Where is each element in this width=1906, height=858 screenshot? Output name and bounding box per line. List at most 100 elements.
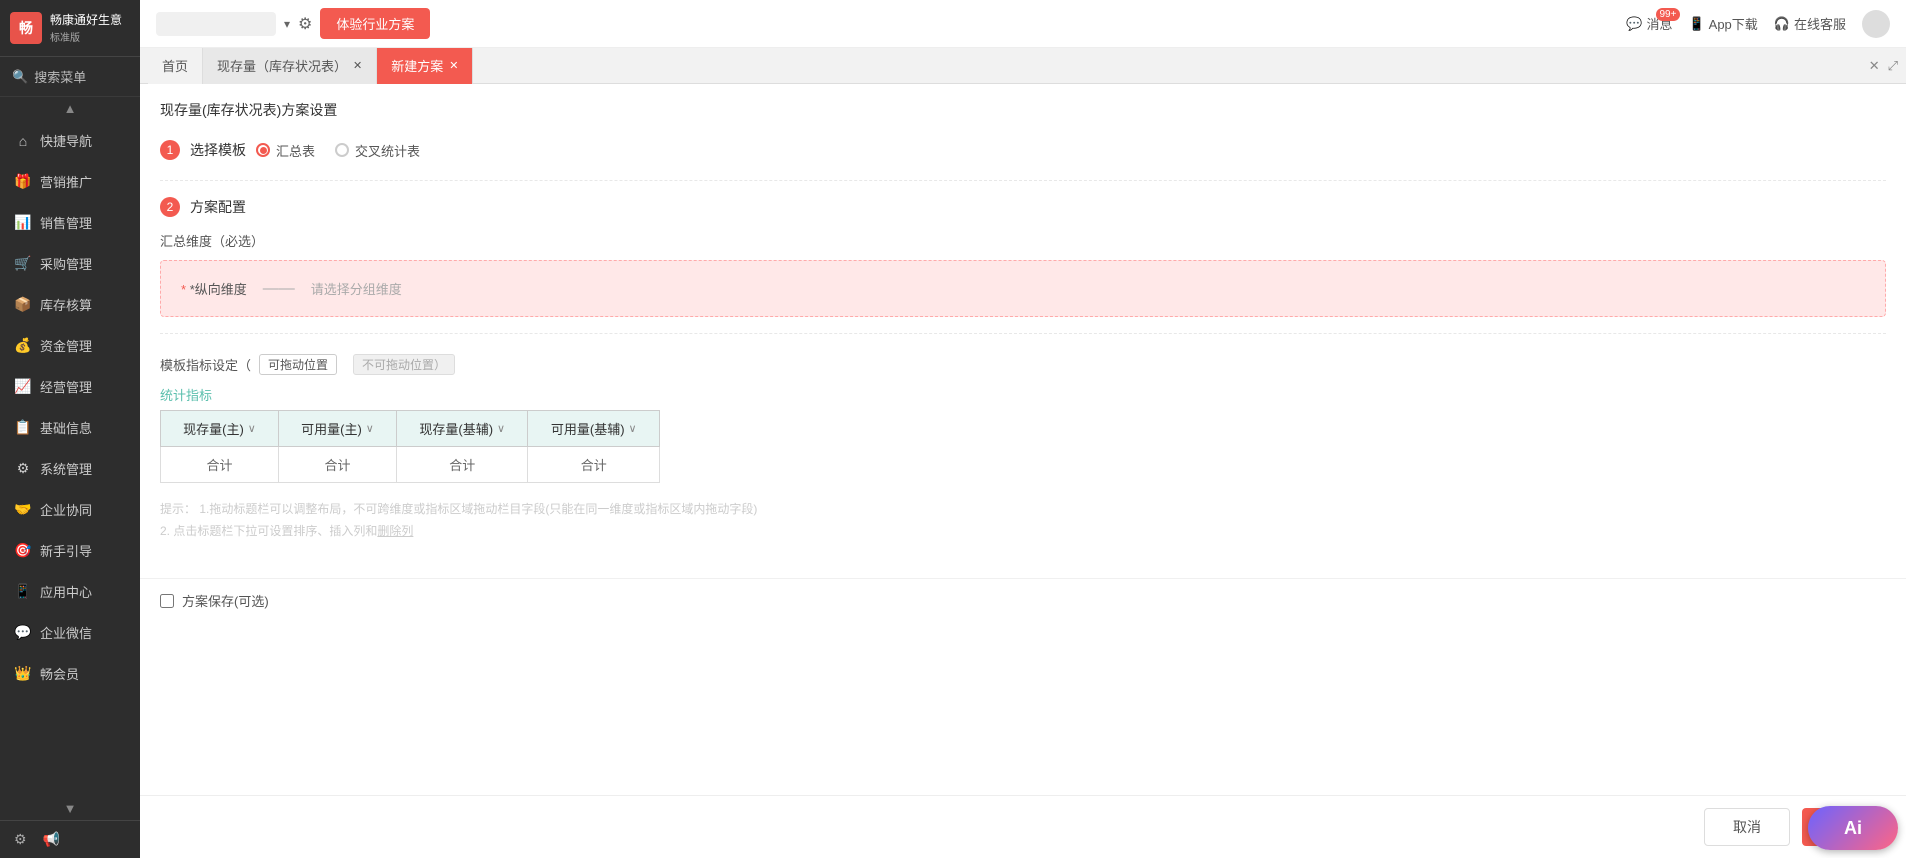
system-icon: ⚙ (14, 460, 32, 478)
topbar-search-input[interactable] (156, 12, 276, 36)
radio-cross-label: 交叉统计表 (355, 141, 420, 160)
sidebar-item-sales[interactable]: 📊 销售管理 (0, 202, 140, 243)
sidebar-item-new-guide[interactable]: 🎯 新手引导 (0, 530, 140, 571)
purchase-icon: 🛒 (14, 255, 32, 273)
col-sub-0: 合计 (161, 447, 279, 483)
sidebar-item-system[interactable]: ⚙ 系统管理 (0, 448, 140, 489)
ai-fab-button[interactable]: Ai (1808, 806, 1898, 850)
col-chevron-0: ∨ (248, 422, 256, 435)
save-checkbox[interactable] (160, 594, 174, 608)
sidebar-item-label: 系统管理 (40, 459, 92, 478)
dimension-pink-area[interactable]: * *纵向维度 —— 请选择分组维度 (160, 260, 1886, 317)
hint-title: 提示： (160, 502, 196, 516)
tab-new-scheme[interactable]: 新建方案 ✕ (377, 48, 473, 84)
topbar-dropdown-button[interactable]: ▾ (284, 17, 290, 31)
user-avatar[interactable] (1862, 10, 1890, 38)
sidebar-item-operations[interactable]: 📈 经营管理 (0, 366, 140, 407)
stats-section: 统计指标 现存量(主) ∨ (160, 385, 1886, 483)
col-label-1: 可用量(主) (301, 419, 362, 438)
topbar-gear-icon[interactable]: ⚙ (298, 14, 312, 34)
speaker-icon[interactable]: 📢 (43, 831, 60, 848)
messages-badge[interactable]: 💬 消息 99+ (1626, 14, 1672, 33)
col-header-2[interactable]: 现存量(基辅) ∨ (397, 411, 528, 447)
sidebar-item-inventory[interactable]: 📦 库存核算 (0, 284, 140, 325)
sidebar-item-enterprise-wechat[interactable]: 💬 企业微信 (0, 612, 140, 653)
inventory-icon: 📦 (14, 296, 32, 314)
col-header-3[interactable]: 可用量(基辅) ∨ (528, 411, 660, 447)
online-service-link[interactable]: 🎧 在线客服 (1774, 14, 1846, 33)
enterprise-wechat-icon: 💬 (14, 624, 32, 642)
undraggable-badge: 不可拖动位置） (353, 354, 455, 375)
topbar: ▾ ⚙ 体验行业方案 💬 消息 99+ 📱 App下载 🎧 在线客服 (140, 0, 1906, 48)
search-menu-item[interactable]: 🔍 搜索菜单 (0, 57, 140, 97)
sidebar-item-label: 应用中心 (40, 582, 92, 601)
close-all-icon[interactable]: ✕ (1869, 58, 1880, 74)
page-content: 现存量(库存状况表)方案设置 1 选择模板 汇总表 (140, 84, 1906, 795)
sidebar-item-enterprise[interactable]: 🤝 企业协同 (0, 489, 140, 530)
operations-icon: 📈 (14, 378, 32, 396)
app-center-icon: 📱 (14, 583, 32, 601)
basic-info-icon: 📋 (14, 419, 32, 437)
settings-icon[interactable]: ⚙ (14, 831, 27, 848)
app-name: 畅康通好生意 (50, 12, 122, 29)
tab-inventory-status[interactable]: 现存量（库存状况表） ✕ (203, 48, 377, 84)
tabbar: 首页 现存量（库存状况表） ✕ 新建方案 ✕ ✕ ⤢ (140, 48, 1906, 84)
dimension-label: 汇总维度（必选） (160, 231, 1886, 250)
scroll-up-arrow[interactable]: ▲ (0, 97, 140, 120)
sidebar-item-marketing[interactable]: 🎁 营销推广 (0, 161, 140, 202)
sidebar-item-app-center[interactable]: 📱 应用中心 (0, 571, 140, 612)
sales-icon: 📊 (14, 214, 32, 232)
step1-title: 选择模板 (190, 140, 246, 160)
dropdown-icon: ▾ (284, 17, 290, 31)
tabbar-icons: ✕ ⤢ (1869, 58, 1898, 74)
tab-inventory-label: 现存量（库存状况表） (217, 56, 347, 75)
sidebar-item-label: 经营管理 (40, 377, 92, 396)
radio-cross[interactable]: 交叉统计表 (335, 141, 420, 160)
badge-count: 99+ (1656, 8, 1681, 21)
sidebar-item-label: 新手引导 (40, 541, 92, 560)
sidebar-item-label: 采购管理 (40, 254, 92, 273)
sidebar-item-label: 企业协同 (40, 500, 92, 519)
cancel-button[interactable]: 取消 (1704, 808, 1790, 846)
sidebar-item-label: 营销推广 (40, 172, 92, 191)
radio-summary-circle (256, 143, 270, 157)
sidebar-item-purchase[interactable]: 🛒 采购管理 (0, 243, 140, 284)
scroll-down-arrow[interactable]: ▼ (0, 797, 140, 820)
hint-text-2: 2. 点击标题栏下拉可设置排序、插入列和删除列 (160, 524, 413, 538)
col-header-0[interactable]: 现存量(主) ∨ (161, 411, 279, 447)
divider1 (160, 180, 1886, 181)
sidebar-item-label: 畅会员 (40, 664, 79, 683)
col-label-2: 现存量(基辅) (419, 419, 493, 438)
sidebar-item-basic-info[interactable]: 📋 基础信息 (0, 407, 140, 448)
expand-icon[interactable]: ⤢ (1888, 58, 1898, 74)
sidebar-item-finance[interactable]: 💰 资金管理 (0, 325, 140, 366)
indicator-label-text: 模板指标设定（ (160, 355, 251, 374)
col-sub-3: 合计 (528, 447, 660, 483)
radio-summary[interactable]: 汇总表 (256, 141, 315, 160)
tab-home-label: 首页 (162, 56, 188, 75)
hint-line-2: 2. 点击标题栏下拉可设置排序、插入列和删除列 (160, 521, 1886, 543)
col-sub-2: 合计 (397, 447, 528, 483)
indicator-settings: 模板指标设定（ 可拖动位置 不可拖动位置） 统计指标 (160, 354, 1886, 483)
step1-badge: 1 (160, 140, 180, 160)
try-industry-btn[interactable]: 体验行业方案 (320, 8, 430, 39)
divider2 (160, 333, 1886, 334)
hint-area: 提示： 1.拖动标题栏可以调整布局，不可跨维度或指标区域拖动栏目字段(只能在同一… (160, 499, 1886, 542)
app-download-label: App下载 (1709, 14, 1758, 33)
app-name-block: 畅康通好生意 标准版 (50, 12, 122, 44)
logo-letter: 畅 (19, 18, 33, 38)
sidebar-item-quick-nav[interactable]: ⌂ 快捷导航 (0, 120, 140, 161)
tab-home[interactable]: 首页 (148, 48, 203, 84)
main-area: ▾ ⚙ 体验行业方案 💬 消息 99+ 📱 App下载 🎧 在线客服 首页 (140, 0, 1906, 858)
draggable-badge: 可拖动位置 (259, 354, 337, 375)
tab-inventory-close-icon[interactable]: ✕ (353, 59, 362, 72)
required-star: * (181, 282, 186, 297)
enterprise-icon: 🤝 (14, 501, 32, 519)
tab-new-scheme-close-icon[interactable]: ✕ (449, 59, 458, 72)
tab-new-scheme-label: 新建方案 (391, 56, 443, 75)
app-download-link[interactable]: 📱 App下载 (1688, 14, 1757, 33)
sidebar-item-label: 资金管理 (40, 336, 92, 355)
vertical-label-text: *纵向维度 (190, 282, 247, 297)
col-header-1[interactable]: 可用量(主) ∨ (279, 411, 397, 447)
sidebar-item-membership[interactable]: 👑 畅会员 (0, 653, 140, 694)
